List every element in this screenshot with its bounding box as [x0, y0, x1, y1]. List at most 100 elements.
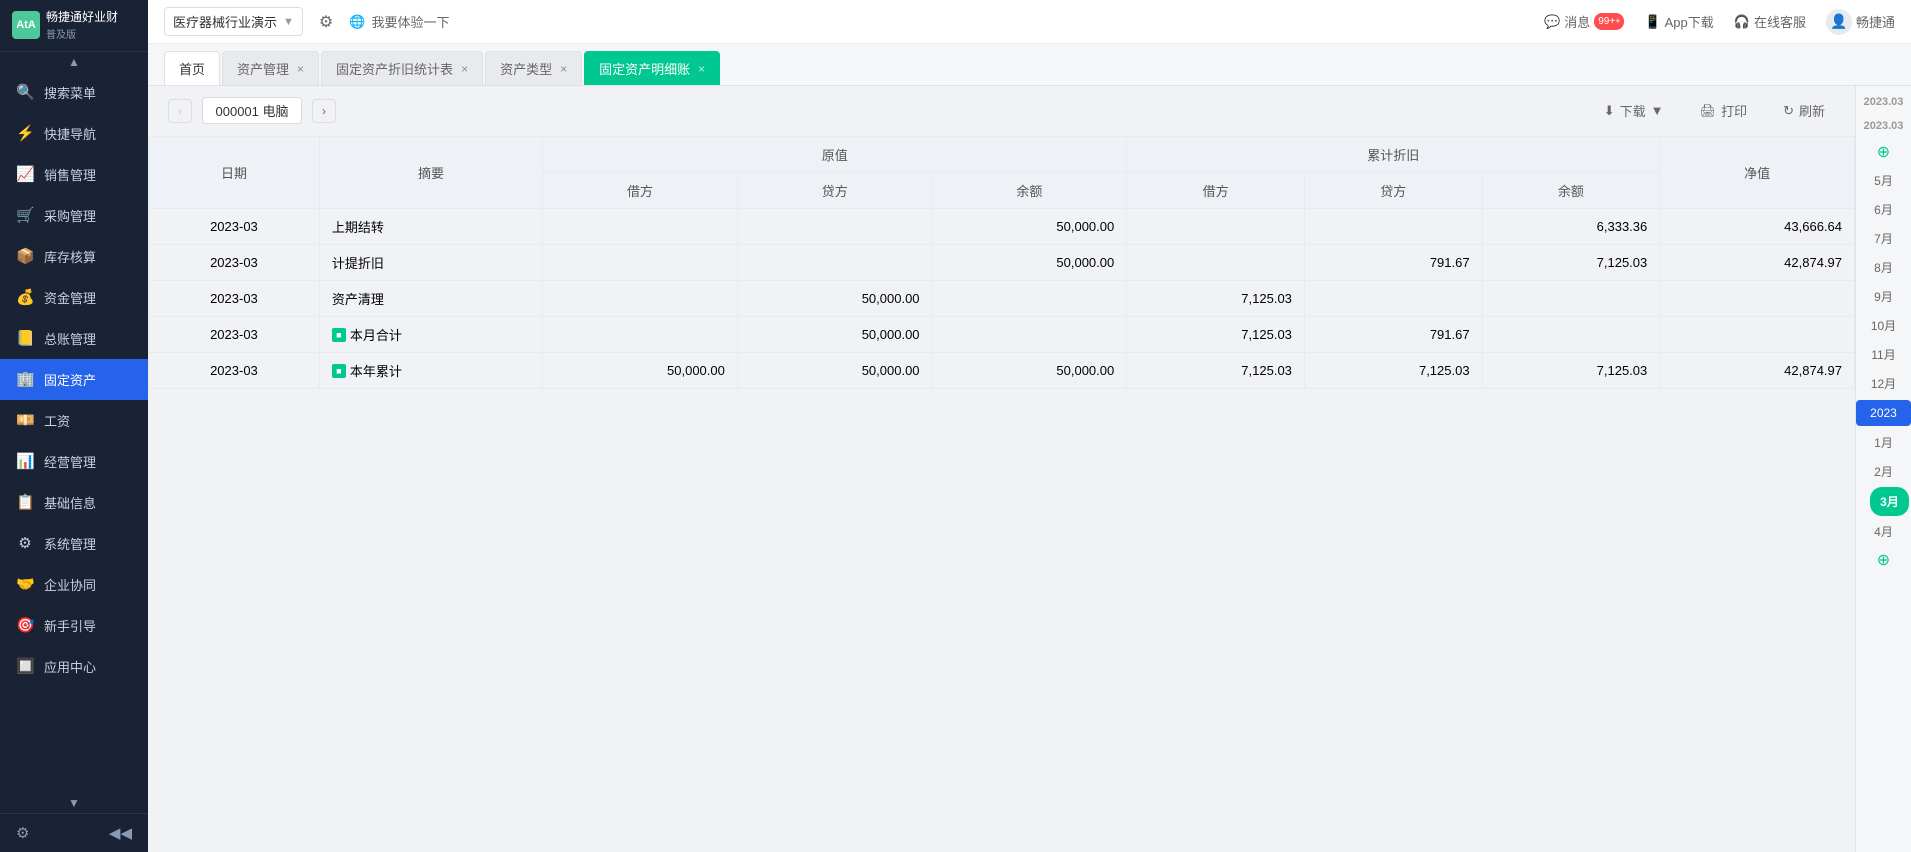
month-tag-4: ■ 本年累计: [332, 361, 402, 380]
right-panel-up-arrow[interactable]: ⊕: [1873, 138, 1894, 166]
tab-asset-detail[interactable]: 固定资产明细账×: [584, 51, 720, 85]
notifications-label: 消息: [1564, 12, 1590, 31]
sidebar-label-system: 系统管理: [44, 534, 96, 553]
sidebar-logo: AtA 畅捷通好业财 普及版: [0, 0, 148, 52]
month-tag-icon-4: ■: [332, 364, 346, 378]
col-summary: 摘要: [319, 137, 542, 209]
user-profile-btn[interactable]: 👤 畅捷通: [1826, 9, 1895, 35]
app-download-btn[interactable]: 📱 App下载: [1644, 12, 1713, 31]
right-panel-month-1月[interactable]: 1月: [1864, 428, 1903, 457]
toolbar-actions: ⬇ 下载 ▼ 🖨 打印 ↻ 刷新: [1594, 96, 1835, 125]
row-ov-balance-0: 50,000.00: [932, 209, 1127, 245]
company-dropdown-arrow: ▼: [283, 16, 294, 28]
sidebar-item-fixed-assets[interactable]: 🏢 固定资产: [0, 359, 148, 400]
tab-home[interactable]: 首页: [164, 51, 220, 85]
sidebar-item-funds[interactable]: 💰 资金管理: [0, 277, 148, 318]
tab-close-depreciation-stats[interactable]: ×: [461, 62, 468, 76]
right-panel-month-2月[interactable]: 2月: [1864, 457, 1903, 486]
table-row: 2023-03 计提折旧 50,000.00 791.67 7,125.03 4…: [149, 245, 1855, 281]
row-ov-balance-3: [932, 317, 1127, 353]
right-panel-month-9月[interactable]: 9月: [1867, 282, 1900, 311]
right-panel-month-10月[interactable]: 10月: [1867, 311, 1900, 340]
tab-depreciation-stats[interactable]: 固定资产折旧统计表 ×: [321, 51, 483, 85]
message-icon: 💬: [1544, 14, 1560, 30]
sidebar-item-basic-info[interactable]: 📋 基础信息: [0, 482, 148, 523]
sidebar-icon-ledger: 📒: [16, 329, 34, 347]
right-panel-month-4月[interactable]: 4月: [1864, 517, 1903, 546]
sidebar-item-ledger[interactable]: 📒 总账管理: [0, 318, 148, 359]
tab-asset-type[interactable]: 资产类型×: [485, 51, 582, 85]
experience-btn[interactable]: 🌐 我要体验一下: [349, 12, 449, 31]
prev-asset-btn[interactable]: ‹: [168, 99, 192, 123]
right-panel-month-11月[interactable]: 11月: [1867, 340, 1900, 369]
topbar-gear-icon[interactable]: ⚙: [319, 12, 333, 32]
row-ov-debit-1: [543, 245, 738, 281]
row-ov-credit-3: 50,000.00: [737, 317, 932, 353]
tab-label-depreciation-stats: 固定资产折旧统计表: [336, 59, 453, 78]
right-panel-year-active[interactable]: 2023: [1856, 400, 1911, 426]
sidebar-item-quick-nav[interactable]: ⚡ 快捷导航: [0, 113, 148, 154]
tab-close-asset-mgmt[interactable]: ×: [297, 62, 304, 76]
tab-close-asset-detail[interactable]: ×: [698, 62, 705, 76]
sidebar-icon-operations: 📊: [16, 452, 34, 470]
sidebar-icon-purchase: 🛒: [16, 206, 34, 224]
row-ov-credit-0: [737, 209, 932, 245]
table-body: 2023-03 上期结转 50,000.00 6,333.36 43,666.6…: [149, 209, 1855, 389]
right-panel-month-6月[interactable]: 6月: [1867, 195, 1900, 224]
right-panel-month-3月[interactable]: 3月: [1870, 487, 1909, 516]
row-date-1: 2023-03: [149, 245, 320, 281]
collapse-icon[interactable]: ◀◀: [109, 824, 132, 842]
sidebar-icon-sales: 📈: [16, 165, 34, 183]
sidebar-item-payroll[interactable]: 💴 工资: [0, 400, 148, 441]
sidebar-label-app-center: 应用中心: [44, 657, 96, 676]
sidebar-item-enterprise[interactable]: 🤝 企业协同: [0, 564, 148, 605]
sidebar-item-sales[interactable]: 📈 销售管理: [0, 154, 148, 195]
download-icon: ⬇: [1604, 103, 1615, 119]
sidebar-item-purchase[interactable]: 🛒 采购管理: [0, 195, 148, 236]
row-ad-credit-4: 7,125.03: [1304, 353, 1482, 389]
right-panel-month-5月[interactable]: 5月: [1867, 166, 1900, 195]
row-ov-balance-4: 50,000.00: [932, 353, 1127, 389]
summary-text-1: 计提折旧: [332, 256, 384, 271]
sidebar-label-enterprise: 企业协同: [44, 575, 96, 594]
settings-icon[interactable]: ⚙: [16, 824, 29, 842]
sidebar-label-guide: 新手引导: [44, 616, 96, 635]
right-panel-month-12月[interactable]: 12月: [1867, 369, 1900, 398]
tab-asset-mgmt[interactable]: 资产管理×: [222, 51, 319, 85]
right-panel-down-arrow[interactable]: ⊕: [1873, 546, 1894, 574]
sidebar-scroll-up[interactable]: ▲: [0, 52, 148, 72]
sidebar-label-sales: 销售管理: [44, 165, 96, 184]
next-asset-btn[interactable]: ›: [312, 99, 336, 123]
refresh-btn[interactable]: ↻ 刷新: [1773, 96, 1835, 125]
sidebar-label-ledger: 总账管理: [44, 329, 96, 348]
sidebar-icon-funds: 💰: [16, 288, 34, 306]
tab-close-asset-type[interactable]: ×: [560, 62, 567, 76]
sidebar-item-inventory[interactable]: 📦 库存核算: [0, 236, 148, 277]
customer-service-btn[interactable]: 🎧 在线客服: [1734, 12, 1806, 31]
sidebar-label-quick-nav: 快捷导航: [44, 124, 96, 143]
row-summary-4: ■ 本年累计: [319, 353, 542, 389]
download-btn[interactable]: ⬇ 下载 ▼: [1594, 96, 1674, 125]
company-selector[interactable]: 医疗器械行业演示 ▼: [164, 7, 303, 36]
sidebar-item-guide[interactable]: 🎯 新手引导: [0, 605, 148, 646]
topbar-right: 💬 消息 99++ 📱 App下载 🎧 在线客服 👤 畅捷通: [1544, 9, 1895, 35]
sidebar-item-system[interactable]: ⚙ 系统管理: [0, 523, 148, 564]
notifications-btn[interactable]: 💬 消息 99++: [1544, 12, 1624, 31]
col-ov-credit: 贷方: [737, 173, 932, 209]
sidebar-item-search[interactable]: 🔍 搜索菜单: [0, 72, 148, 113]
row-ad-debit-2: 7,125.03: [1127, 281, 1305, 317]
logo-icon: AtA: [12, 11, 40, 39]
sidebar-item-app-center[interactable]: 🔲 应用中心: [0, 646, 148, 687]
row-summary-2: 资产清理: [319, 281, 542, 317]
sidebar-icon-guide: 🎯: [16, 616, 34, 634]
row-ad-debit-0: [1127, 209, 1305, 245]
right-panel-month-8月[interactable]: 8月: [1867, 253, 1900, 282]
sidebar-label-search: 搜索菜单: [44, 83, 96, 102]
row-net-value-2: [1660, 281, 1855, 317]
summary-text-0: 上期结转: [332, 220, 384, 235]
sidebar-item-operations[interactable]: 📊 经营管理: [0, 441, 148, 482]
sidebar-scroll-down[interactable]: ▼: [0, 793, 148, 813]
experience-icon: 🌐: [349, 14, 365, 30]
right-panel-month-7月[interactable]: 7月: [1867, 224, 1900, 253]
print-btn[interactable]: 🖨 打印: [1690, 96, 1758, 125]
